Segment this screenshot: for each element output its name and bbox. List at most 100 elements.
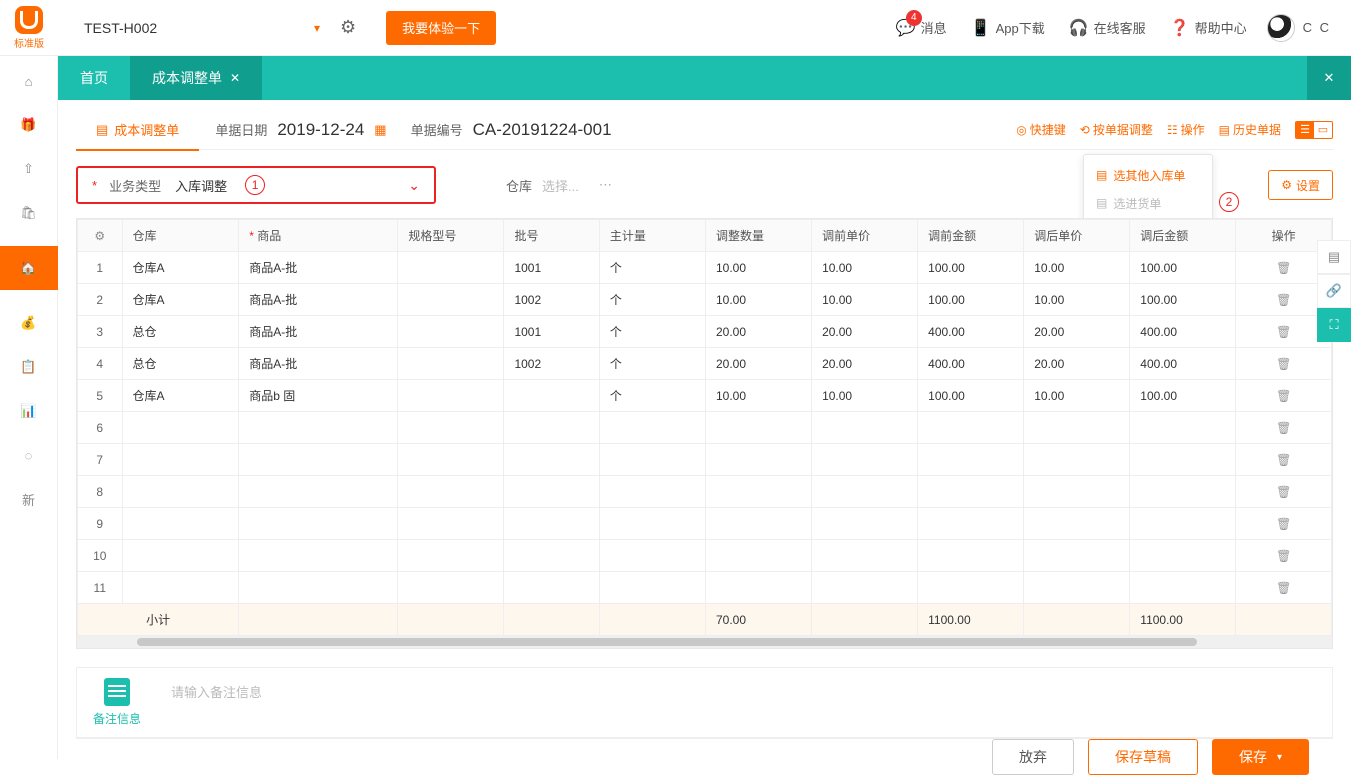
cell-warehouse[interactable]	[122, 540, 239, 572]
table-row[interactable]: 6🗑	[78, 412, 1332, 444]
cell-batch[interactable]: 1002	[504, 348, 599, 380]
trash-icon[interactable]: 🗑	[1276, 325, 1291, 339]
horizontal-scrollbar[interactable]	[77, 636, 1332, 648]
cell-product[interactable]	[239, 444, 398, 476]
cell-pre-price[interactable]	[812, 412, 918, 444]
table-row[interactable]: 10🗑	[78, 540, 1332, 572]
table-row[interactable]: 5仓库A商品b 固个10.0010.00100.0010.00100.00🗑	[78, 380, 1332, 412]
cell-batch[interactable]	[504, 508, 599, 540]
cell-post-price[interactable]	[1024, 412, 1130, 444]
app-download-link[interactable]: 📱 App下载	[971, 18, 1045, 38]
popup-other-inbound[interactable]: ▤ 选其他入库单	[1084, 161, 1212, 189]
calendar-icon[interactable]: ▦	[374, 122, 386, 138]
table-row[interactable]: 11🗑	[78, 572, 1332, 604]
cell-batch[interactable]	[504, 540, 599, 572]
cell-spec[interactable]	[398, 316, 504, 348]
logo[interactable]: 标准版	[0, 6, 58, 50]
close-all-tabs[interactable]: ✕	[1307, 56, 1351, 100]
cell-warehouse[interactable]	[122, 572, 239, 604]
nav-report-icon[interactable]: 📊	[18, 400, 40, 422]
date-value[interactable]: 2019-12-24	[277, 120, 364, 140]
trash-icon[interactable]: 🗑	[1276, 581, 1291, 595]
cell-qty[interactable]	[705, 508, 811, 540]
trash-icon[interactable]: 🗑	[1276, 453, 1291, 467]
cell-uom[interactable]: 个	[599, 316, 705, 348]
cell-post-price[interactable]	[1024, 508, 1130, 540]
trash-icon[interactable]: 🗑	[1276, 517, 1291, 531]
cell-batch[interactable]: 1002	[504, 284, 599, 316]
cell-uom[interactable]	[599, 572, 705, 604]
cell-qty[interactable]: 10.00	[705, 380, 811, 412]
cell-pre-price[interactable]	[812, 444, 918, 476]
cell-pre-amount[interactable]: 400.00	[918, 348, 1024, 380]
cell-pre-price[interactable]: 10.00	[812, 252, 918, 284]
cell-warehouse[interactable]	[122, 444, 239, 476]
cell-warehouse[interactable]	[122, 412, 239, 444]
cell-spec[interactable]	[398, 252, 504, 284]
cell-pre-amount[interactable]: 400.00	[918, 316, 1024, 348]
cell-pre-amount[interactable]	[918, 508, 1024, 540]
cell-uom[interactable]: 个	[599, 284, 705, 316]
cell-pre-amount[interactable]	[918, 476, 1024, 508]
cell-pre-price[interactable]: 10.00	[812, 380, 918, 412]
warehouse-select[interactable]: 仓库 选择... ⋯	[506, 176, 612, 195]
cell-post-amount[interactable]: 100.00	[1130, 284, 1236, 316]
cell-pre-price[interactable]: 20.00	[812, 316, 918, 348]
table-row[interactable]: 1仓库A商品A-批1001个10.0010.00100.0010.00100.0…	[78, 252, 1332, 284]
row-settings-header[interactable]: ⚙	[78, 220, 123, 252]
cell-post-price[interactable]: 20.00	[1024, 316, 1130, 348]
cell-qty[interactable]: 10.00	[705, 284, 811, 316]
cell-uom[interactable]	[599, 476, 705, 508]
avatar[interactable]	[1267, 14, 1295, 42]
list-view-icon[interactable]: ☰	[1296, 122, 1314, 138]
cell-pre-amount[interactable]	[918, 444, 1024, 476]
nav-clipboard-icon[interactable]: 📋	[18, 356, 40, 378]
popup-purchase-bill[interactable]: ▤ 选进货单	[1084, 189, 1212, 217]
cell-post-price[interactable]: 10.00	[1024, 252, 1130, 284]
cell-warehouse[interactable]: 总仓	[122, 348, 239, 380]
cell-pre-price[interactable]	[812, 540, 918, 572]
cell-warehouse[interactable]: 仓库A	[122, 252, 239, 284]
cell-product[interactable]: 商品A-批	[239, 252, 398, 284]
cell-product[interactable]	[239, 540, 398, 572]
trash-icon[interactable]: 🗑	[1276, 261, 1291, 275]
cell-post-amount[interactable]	[1130, 508, 1236, 540]
nav-money-icon[interactable]: 💰	[18, 312, 40, 334]
adjust-by-bill-action[interactable]: ⟲ 按单据调整	[1080, 121, 1153, 138]
trash-icon[interactable]: 🗑	[1276, 389, 1291, 403]
cell-product[interactable]	[239, 572, 398, 604]
tab-home[interactable]: 首页	[58, 56, 130, 100]
cell-batch[interactable]	[504, 572, 599, 604]
table-row[interactable]: 3总仓商品A-批1001个20.0020.00400.0020.00400.00…	[78, 316, 1332, 348]
cell-pre-amount[interactable]: 100.00	[918, 252, 1024, 284]
cell-pre-amount[interactable]: 100.00	[918, 380, 1024, 412]
shortcut-action[interactable]: ◎ 快捷键	[1016, 121, 1066, 138]
trash-icon[interactable]: 🗑	[1276, 293, 1291, 307]
cell-spec[interactable]	[398, 508, 504, 540]
doc-title-tab[interactable]: ▤ 成本调整单	[76, 111, 199, 151]
trial-button[interactable]: 我要体验一下	[386, 11, 496, 45]
cell-uom[interactable]	[599, 508, 705, 540]
cell-pre-amount[interactable]	[918, 572, 1024, 604]
cell-product[interactable]: 商品A-批	[239, 348, 398, 380]
business-type-select[interactable]: * 业务类型 入库调整 1 ⌄	[76, 166, 436, 204]
grid-view-icon[interactable]: ▭	[1314, 122, 1332, 138]
cell-product[interactable]: 商品A-批	[239, 284, 398, 316]
cell-batch[interactable]	[504, 444, 599, 476]
cell-post-price[interactable]	[1024, 476, 1130, 508]
trash-icon[interactable]: 🗑	[1276, 421, 1291, 435]
cell-post-price[interactable]	[1024, 444, 1130, 476]
save-button[interactable]: 保存▾	[1212, 739, 1309, 775]
cell-batch[interactable]: 1001	[504, 252, 599, 284]
cell-batch[interactable]: 1001	[504, 316, 599, 348]
cell-post-price[interactable]	[1024, 572, 1130, 604]
cell-post-amount[interactable]: 400.00	[1130, 348, 1236, 380]
expand-tool-icon[interactable]: ⛶	[1317, 308, 1351, 342]
cell-qty[interactable]: 20.00	[705, 316, 811, 348]
cell-batch[interactable]	[504, 412, 599, 444]
cell-qty[interactable]	[705, 444, 811, 476]
cell-pre-price[interactable]	[812, 508, 918, 540]
table-row[interactable]: 8🗑	[78, 476, 1332, 508]
remark-input[interactable]	[157, 668, 1332, 737]
cell-product[interactable]: 商品A-批	[239, 316, 398, 348]
